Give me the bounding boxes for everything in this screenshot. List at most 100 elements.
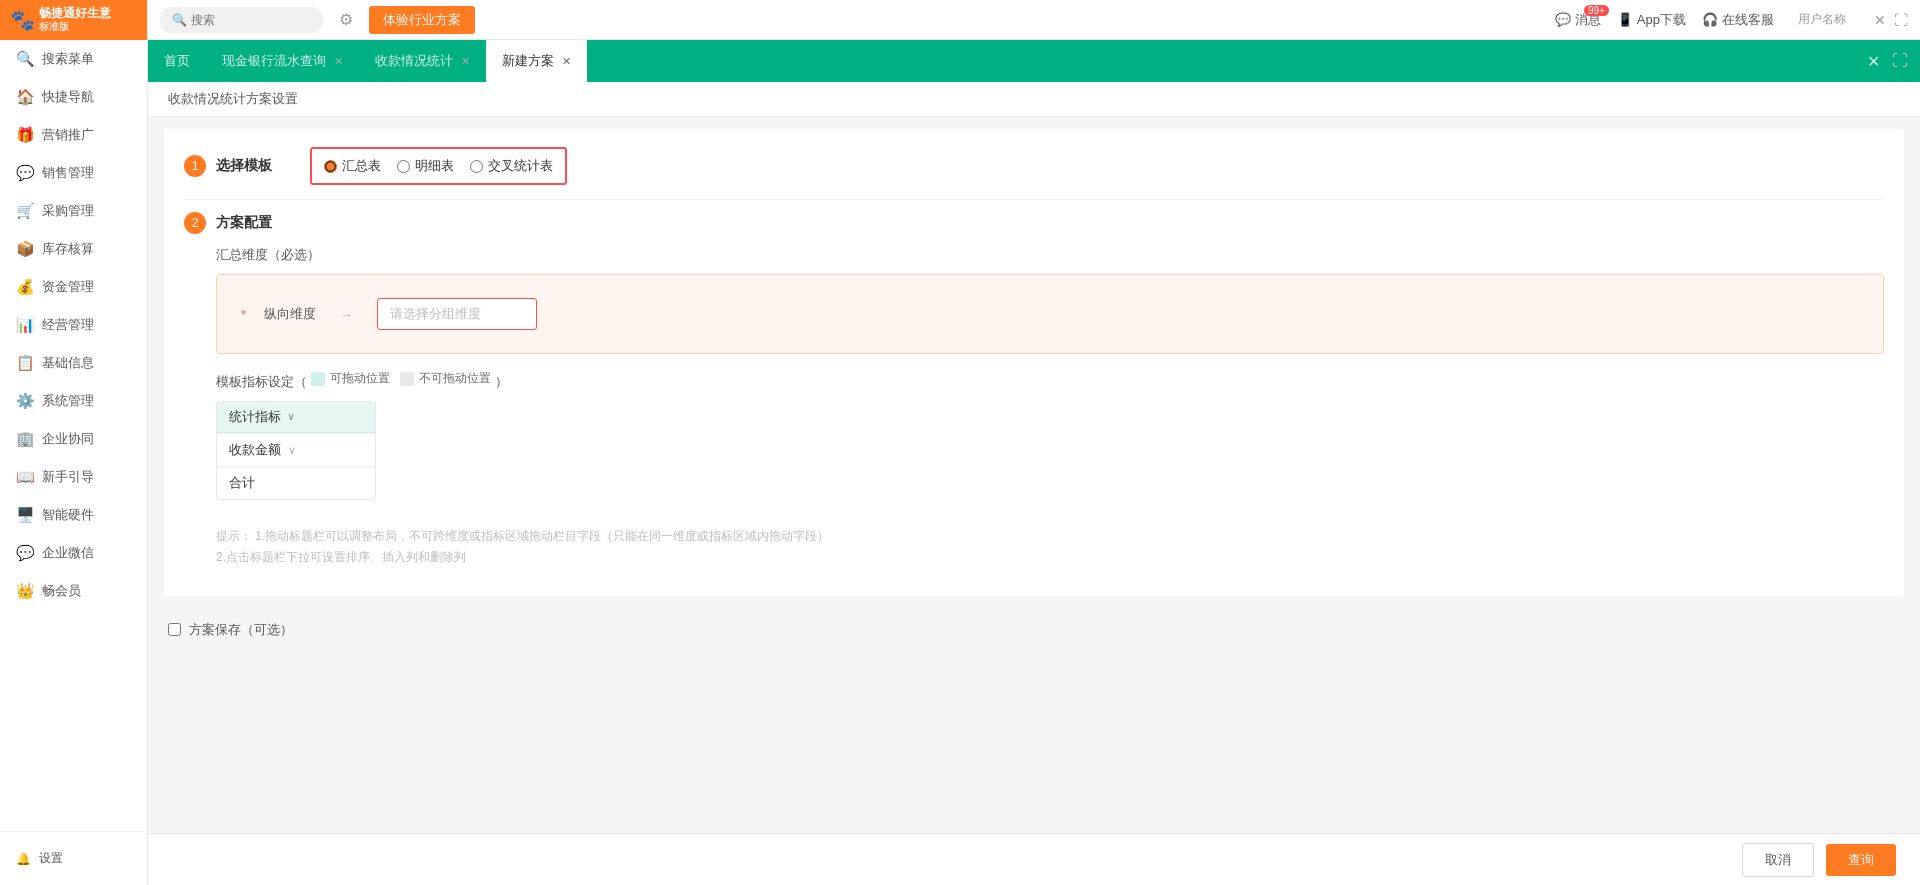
dimension-area: * 纵向维度 → 请选择分组维度 [216,274,1884,354]
legend-non-draggable-label: 不可拖动位置 [419,370,491,387]
search-input[interactable] [191,13,311,27]
sidebar-item-label: 库存核算 [42,240,94,258]
tab-close-icon[interactable]: ✕ [1867,52,1880,71]
sales-icon: 💬 [16,164,34,182]
sidebar-item-label: 企业协同 [42,430,94,448]
tab-bank-flow[interactable]: 现金银行流水查询 ✕ [206,40,359,82]
sidebar-item-system[interactable]: ⚙️ 系统管理 [0,382,147,420]
metric-row-dropdown-icon[interactable]: ∨ [288,444,296,456]
sidebar-item-management[interactable]: 📊 经营管理 [0,306,147,344]
sidebar-item-label: 销售管理 [42,164,94,182]
username-text: 用户名称 [1798,11,1846,28]
legend-draggable-label: 可拖动位置 [330,370,390,387]
bottom-bar: 取消 查询 [148,833,1920,885]
sidebar-footer: 🔔 设置 [0,831,147,885]
query-button[interactable]: 查询 [1826,844,1896,876]
sidebar-item-sales[interactable]: 💬 销售管理 [0,154,147,192]
tab-receipt-stat-label: 收款情况统计 [375,52,453,70]
tab-home-label: 首页 [164,52,190,70]
dimension-title: 汇总维度（必选） [216,246,1884,264]
sidebar-item-label: 企业微信 [42,544,94,562]
home-icon: 🏠 [16,88,34,106]
tab-new-plan[interactable]: 新建方案 ✕ [486,40,587,82]
sidebar-nav: 🔍 搜索菜单 🏠 快捷导航 🎁 营销推广 💬 销售管理 🛒 采购管理 📦 库存核… [0,40,147,831]
search-box[interactable]: 🔍 [160,7,323,33]
logo-icon: 🐾 [10,8,35,32]
edition-text: 标准版 [39,20,111,34]
sidebar-item-enterprise[interactable]: 🏢 企业协同 [0,420,147,458]
dimension-select[interactable]: 请选择分组维度 [377,298,537,330]
step1-label-text: 选择模板 [216,157,272,173]
dim-arrow-icon: → [340,307,353,322]
tab-bank-flow-close-icon[interactable]: ✕ [334,55,343,68]
save-checkbox[interactable] [168,623,181,636]
sidebar-item-capital[interactable]: 💰 资金管理 [0,268,147,306]
dimension-block: 汇总维度（必选） * 纵向维度 → 请选择分组维度 [216,246,1884,354]
sidebar-logo: 🐾 畅捷通好生意 标准版 [0,0,147,40]
tab-home[interactable]: 首页 [148,40,206,82]
radio-cross[interactable]: 交叉统计表 [470,157,553,175]
sidebar-item-label: 畅会员 [42,582,81,600]
sidebar-item-hardware[interactable]: 🖥️ 智能硬件 [0,496,147,534]
step2-circle: 2 [184,212,206,234]
sidebar-item-label: 经营管理 [42,316,94,334]
metric-row-payment[interactable]: 收款金额 ∨ [217,433,375,466]
sidebar-item-inventory[interactable]: 📦 库存核算 [0,230,147,268]
member-icon: 👑 [16,582,34,600]
tab-receipt-stat-close-icon[interactable]: ✕ [461,55,470,68]
cancel-button[interactable]: 取消 [1742,843,1814,877]
radio-summary-input[interactable] [324,160,337,173]
basic-info-icon: 📋 [16,354,34,372]
app-download[interactable]: 📱 App下载 [1617,11,1686,29]
tab-new-plan-close-icon[interactable]: ✕ [562,55,571,68]
system-icon: ⚙️ [16,392,34,410]
tab-receipt-stat[interactable]: 收款情况统计 ✕ [359,40,486,82]
metric-title-row: 模板指标设定（ 可拖动位置 不可拖动位置 ） [216,370,1884,391]
sidebar-item-label: 系统管理 [42,392,94,410]
step1-title: 选择模板 [216,157,272,175]
message-badge[interactable]: 💬 99+ 消息 [1555,11,1601,29]
main-card: 1 选择模板 汇总表 明细表 交叉统计表 [164,129,1904,597]
save-label[interactable]: 方案保存（可选） [189,621,293,639]
sidebar-item-purchase[interactable]: 🛒 采购管理 [0,192,147,230]
step1-label: 1 选择模板 汇总表 明细表 交叉统计表 [184,147,1884,185]
service-icon: 🎧 [1702,12,1718,27]
metric-row-total-label: 合计 [229,475,255,490]
sidebar-item-guide[interactable]: 📖 新手引导 [0,458,147,496]
sidebar-item-search-menu[interactable]: 🔍 搜索菜单 [0,40,147,78]
required-mark: * [241,307,246,322]
sidebar-item-marketing[interactable]: 🎁 营销推广 [0,116,147,154]
topbar-right: 💬 99+ 消息 📱 App下载 🎧 在线客服 用户名称 [1555,11,1846,29]
sidebar-item-basic-info[interactable]: 📋 基础信息 [0,344,147,382]
footer-icon1: 🔔 [16,852,31,866]
radio-detail-input[interactable] [397,160,410,173]
sidebar-item-quick-nav[interactable]: 🏠 快捷导航 [0,78,147,116]
tab-new-plan-label: 新建方案 [502,52,554,70]
online-service[interactable]: 🎧 在线客服 [1702,11,1774,29]
app-icon: 📱 [1617,12,1633,27]
trial-button[interactable]: 体验行业方案 [369,6,475,34]
tips-section: 提示： 1.拖动标题栏可以调整布局，不可跨维度或指标区域拖动栏目字段（只能在同一… [216,516,1884,579]
radio-detail[interactable]: 明细表 [397,157,454,175]
sidebar-item-label: 采购管理 [42,202,94,220]
sidebar-item-label: 资金管理 [42,278,94,296]
tab-restore-icon[interactable]: ⛶ [1892,52,1908,71]
legend-draggable-dot [311,372,325,386]
dimension-placeholder: 请选择分组维度 [390,305,481,323]
sidebar-footer-item1[interactable]: 🔔 设置 [0,840,147,877]
capital-icon: 💰 [16,278,34,296]
radio-cross-input[interactable] [470,160,483,173]
sidebar: 🐾 畅捷通好生意 标准版 🔍 搜索菜单 🏠 快捷导航 🎁 营销推广 💬 销售管理… [0,0,148,885]
sidebar-item-label: 搜索菜单 [42,50,94,68]
legend-non-draggable-dot [400,372,414,386]
gear-icon[interactable]: ⚙ [339,10,353,29]
metric-group-header[interactable]: 统计指标 ∨ [217,402,375,433]
enterprise-icon: 🏢 [16,430,34,448]
sidebar-item-member[interactable]: 👑 畅会员 [0,572,147,610]
sidebar-item-wechat[interactable]: 💬 企业微信 [0,534,147,572]
metric-table: 统计指标 ∨ 收款金额 ∨ 合计 [216,401,376,500]
close-window-icon[interactable]: ✕ [1874,12,1886,28]
maximize-window-icon[interactable]: ⛶ [1894,12,1908,28]
radio-summary[interactable]: 汇总表 [324,157,381,175]
divider1 [184,199,1884,200]
